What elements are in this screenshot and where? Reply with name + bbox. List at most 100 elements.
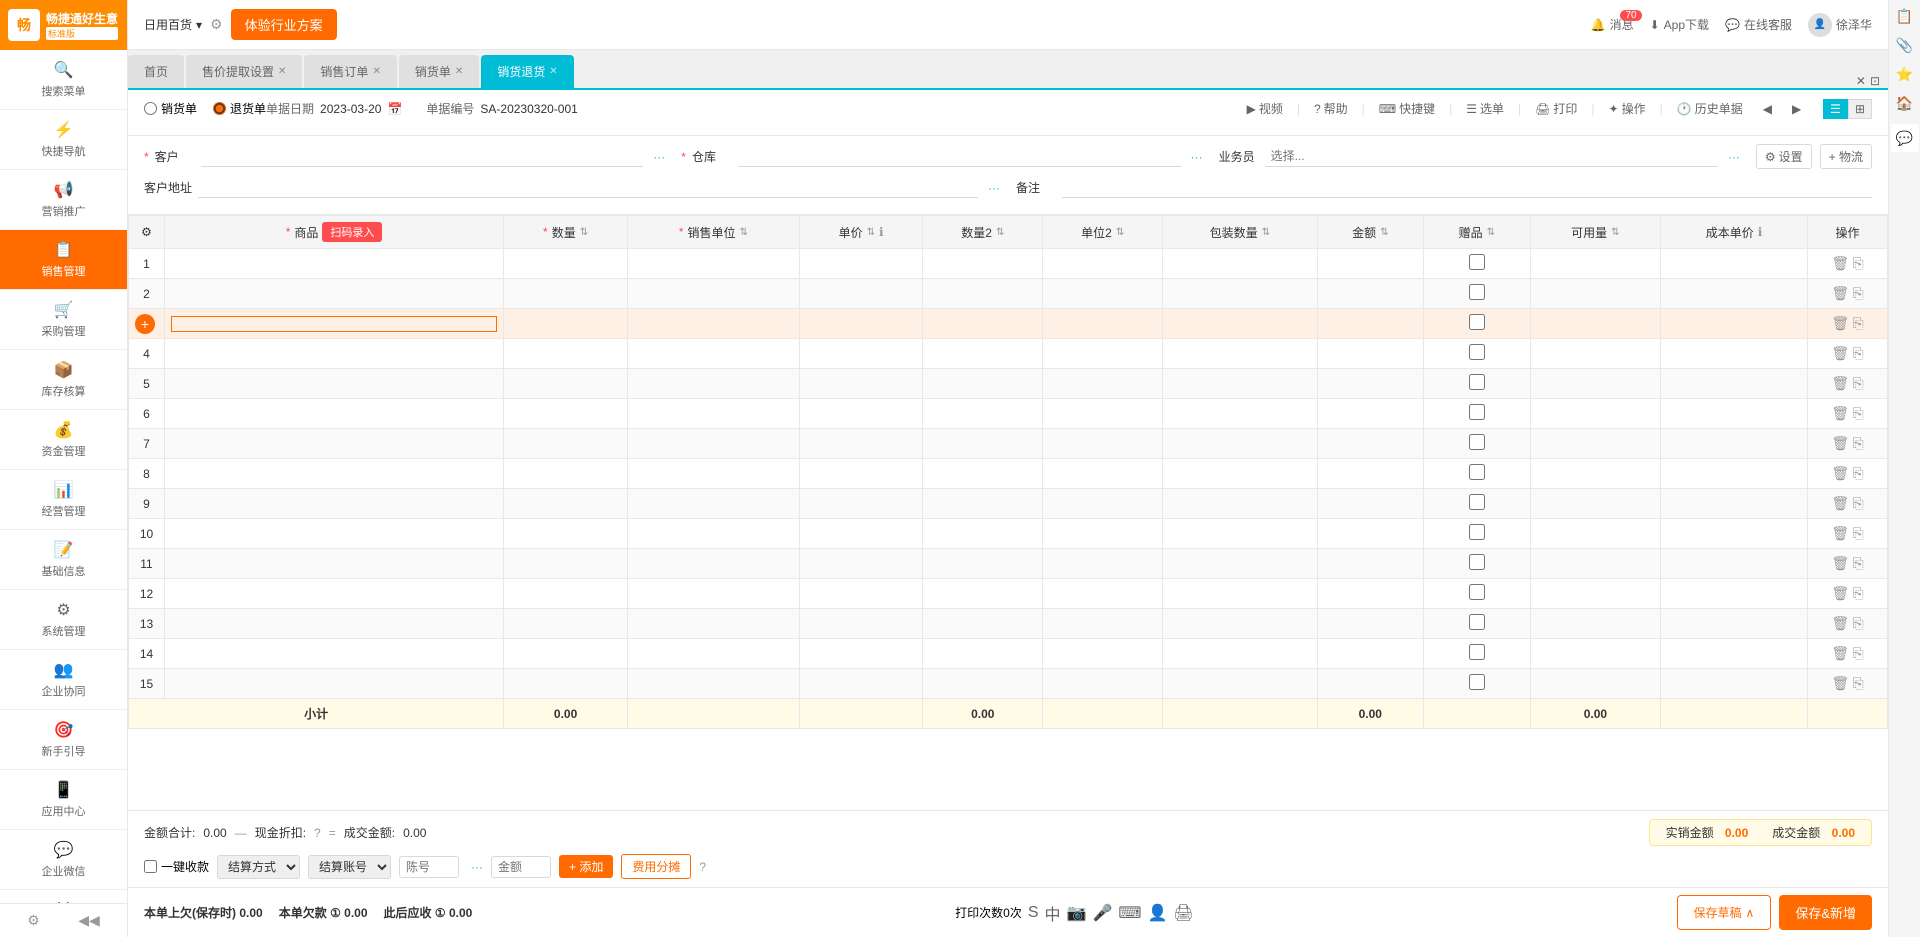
- delete-row-btn[interactable]: 🗑: [1831, 375, 1849, 392]
- qty2-cell[interactable]: [923, 339, 1043, 369]
- return-type-radio[interactable]: 退货单: [213, 100, 266, 117]
- sidebar-item-system[interactable]: ⚙ 系统管理: [0, 590, 127, 650]
- select-btn[interactable]: ☰ 选单: [1460, 98, 1510, 119]
- list-view-btn[interactable]: ☰: [1823, 99, 1848, 119]
- available-cell[interactable]: [1530, 519, 1660, 549]
- product-cell[interactable]: [165, 399, 504, 429]
- calendar-icon[interactable]: 📅: [387, 102, 402, 116]
- unit2-cell[interactable]: [1043, 519, 1163, 549]
- quantity-cell[interactable]: [504, 669, 628, 699]
- customer-input[interactable]: [201, 146, 644, 167]
- quantity-cell[interactable]: [504, 549, 628, 579]
- pkg-qty-cell[interactable]: [1163, 549, 1317, 579]
- product-cell[interactable]: [165, 489, 504, 519]
- unit-cell[interactable]: [628, 279, 800, 309]
- save-new-btn[interactable]: 保存&新增: [1779, 895, 1872, 930]
- tool-icon-2[interactable]: 中: [1045, 901, 1061, 925]
- row-add-btn-cell[interactable]: +: [129, 309, 165, 339]
- breadcrumb[interactable]: 日用百货 ▾: [144, 16, 202, 33]
- gift-checkbox[interactable]: [1469, 554, 1485, 570]
- gift-checkbox[interactable]: [1469, 584, 1485, 600]
- unit-cell[interactable]: [628, 399, 800, 429]
- trial-button[interactable]: 体验行业方案: [231, 9, 337, 40]
- gift-cell[interactable]: [1424, 369, 1531, 399]
- sidebar-item-finance[interactable]: 💰 资金管理: [0, 410, 127, 470]
- price-cell[interactable]: [799, 549, 923, 579]
- gift-cell[interactable]: [1424, 489, 1531, 519]
- quantity-cell[interactable]: [504, 279, 628, 309]
- gift-cell[interactable]: [1424, 429, 1531, 459]
- logistics-btn[interactable]: + 物流: [1820, 144, 1872, 169]
- tab-close-icon[interactable]: ✕: [549, 66, 557, 77]
- unit2-cell[interactable]: [1043, 399, 1163, 429]
- cost-price-cell[interactable]: [1661, 669, 1808, 699]
- cost-price-cell[interactable]: [1661, 459, 1808, 489]
- salesperson-select-icon[interactable]: ···: [1728, 150, 1740, 164]
- gift-checkbox[interactable]: [1469, 494, 1485, 510]
- gift-checkbox[interactable]: [1469, 644, 1485, 660]
- available-cell[interactable]: [1530, 549, 1660, 579]
- sort-icon[interactable]: ⇅: [1116, 227, 1124, 238]
- amount-cell[interactable]: [1317, 489, 1424, 519]
- unit-cell[interactable]: [628, 519, 800, 549]
- unit-cell[interactable]: [628, 309, 800, 339]
- quantity-cell[interactable]: [504, 639, 628, 669]
- gift-checkbox[interactable]: [1469, 254, 1485, 270]
- tab-close-icon[interactable]: ✕: [455, 66, 463, 77]
- cost-price-cell[interactable]: [1661, 639, 1808, 669]
- sidebar-item-member[interactable]: V 畅会员: [0, 890, 127, 903]
- copy-row-btn[interactable]: ⎘: [1852, 405, 1863, 422]
- unit2-cell[interactable]: [1043, 549, 1163, 579]
- sidebar-item-basic[interactable]: 📝 基础信息: [0, 530, 127, 590]
- copy-row-btn[interactable]: ⎘: [1852, 495, 1863, 512]
- unit-cell[interactable]: [628, 489, 800, 519]
- unit-cell[interactable]: [628, 579, 800, 609]
- sale-type-radio[interactable]: 销货单: [144, 100, 197, 117]
- delete-row-btn[interactable]: 🗑: [1831, 255, 1849, 272]
- product-cell[interactable]: [165, 609, 504, 639]
- pkg-qty-cell[interactable]: [1163, 309, 1317, 339]
- sidebar-item-sales[interactable]: 📋 销售管理: [0, 230, 127, 290]
- pkg-qty-cell[interactable]: [1163, 489, 1317, 519]
- tab-close-icon[interactable]: ✕: [372, 66, 380, 77]
- history-btn[interactable]: 🕐 历史单据: [1671, 98, 1749, 119]
- quantity-cell[interactable]: [504, 579, 628, 609]
- qty2-cell[interactable]: [923, 639, 1043, 669]
- warehouse-select-icon[interactable]: ···: [1191, 150, 1203, 164]
- gift-cell[interactable]: [1424, 669, 1531, 699]
- app-download-btn[interactable]: ⬇ App下载: [1650, 16, 1709, 33]
- qty2-cell[interactable]: [923, 519, 1043, 549]
- sort-icon[interactable]: ⇅: [1611, 227, 1619, 238]
- product-cell-highlighted[interactable]: [165, 309, 504, 339]
- add-fee-btn[interactable]: + 添加: [559, 855, 613, 878]
- product-cell[interactable]: [165, 519, 504, 549]
- price-cell[interactable]: [799, 609, 923, 639]
- sort-icon[interactable]: ⇅: [1487, 227, 1495, 238]
- price-cell[interactable]: [799, 279, 923, 309]
- pkg-qty-cell[interactable]: [1163, 399, 1317, 429]
- copy-row-btn[interactable]: ⎘: [1852, 435, 1863, 452]
- amount-cell[interactable]: [1317, 429, 1424, 459]
- tab-home[interactable]: 首页: [128, 55, 184, 88]
- quantity-cell[interactable]: [504, 519, 628, 549]
- pkg-qty-cell[interactable]: [1163, 639, 1317, 669]
- sort-icon[interactable]: ⇅: [1262, 227, 1270, 238]
- copy-row-btn[interactable]: ⎘: [1852, 315, 1863, 332]
- gift-checkbox[interactable]: [1469, 404, 1485, 420]
- amount-input[interactable]: [491, 856, 551, 878]
- sidebar-item-search[interactable]: 🔍 搜索菜单: [0, 50, 127, 110]
- amount-cell[interactable]: [1317, 669, 1424, 699]
- video-btn[interactable]: ▶ 视频: [1241, 98, 1289, 119]
- product-cell[interactable]: [165, 459, 504, 489]
- shortcut-btn[interactable]: ⌨ 快捷键: [1373, 98, 1441, 119]
- settings-btn[interactable]: ⚙ 设置: [1756, 144, 1812, 169]
- unit2-cell[interactable]: [1043, 309, 1163, 339]
- online-service-btn[interactable]: 💬 在线客服: [1725, 16, 1792, 33]
- account-number-input[interactable]: [399, 856, 459, 878]
- amount-cell[interactable]: [1317, 249, 1424, 279]
- tab-sales-return[interactable]: 销货退货 ✕: [481, 55, 573, 88]
- right-sidebar-icon-1[interactable]: 📋: [1896, 8, 1913, 25]
- grid-view-btn[interactable]: ⊞: [1848, 99, 1872, 119]
- fee-split-btn[interactable]: 费用分摊: [621, 854, 691, 879]
- tab-sales-order[interactable]: 销售订单 ✕: [304, 55, 396, 88]
